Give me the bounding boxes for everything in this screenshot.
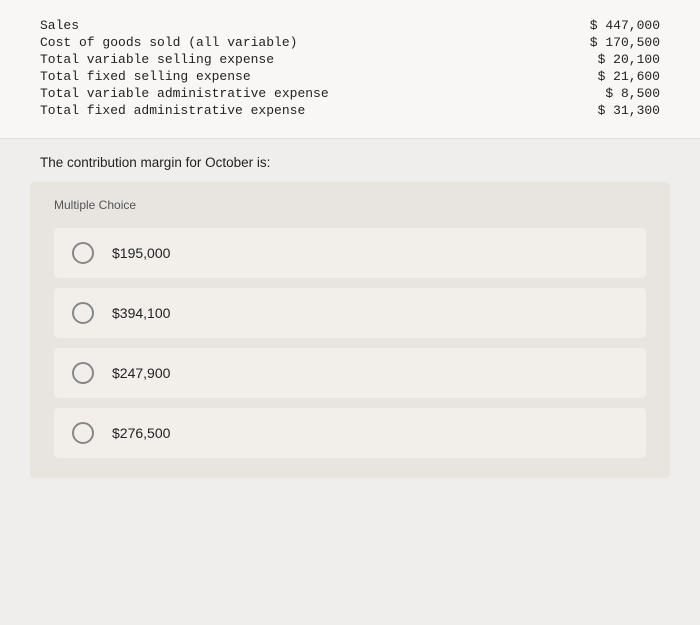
multiple-choice-section: Multiple Choice $195,000 $394,100 $247,900… <box>30 182 670 478</box>
choice-label-d: $276,500 <box>112 425 170 441</box>
row-value: $ 170,500 <box>570 35 660 50</box>
table-row: Total variable administrative expense $ 8… <box>40 86 660 101</box>
top-section: Sales $ 447,000 Cost of goods sold (all va… <box>0 0 700 139</box>
table-row: Total fixed selling expense $ 21,600 <box>40 69 660 84</box>
row-value: $ 31,300 <box>570 103 660 118</box>
row-label: Total fixed selling expense <box>40 69 251 84</box>
row-value: $ 447,000 <box>570 18 660 33</box>
choice-label-a: $195,000 <box>112 245 170 261</box>
row-label: Cost of goods sold (all variable) <box>40 35 297 50</box>
row-label: Total fixed administrative expense <box>40 103 305 118</box>
section-label: Multiple Choice <box>54 198 646 212</box>
radio-d[interactable] <box>72 422 94 444</box>
choice-item-d[interactable]: $276,500 <box>54 408 646 458</box>
radio-a[interactable] <box>72 242 94 264</box>
row-value: $ 21,600 <box>570 69 660 84</box>
radio-c[interactable] <box>72 362 94 384</box>
row-label: Total variable administrative expense <box>40 86 329 101</box>
page-container: Sales $ 447,000 Cost of goods sold (all va… <box>0 0 700 625</box>
choice-label-c: $247,900 <box>112 365 170 381</box>
question-text: The contribution margin for October is: <box>40 155 270 170</box>
contribution-margin-text: The contribution margin for October is: <box>0 139 700 182</box>
choice-item-c[interactable]: $247,900 <box>54 348 646 398</box>
choice-item-b[interactable]: $394,100 <box>54 288 646 338</box>
choice-label-b: $394,100 <box>112 305 170 321</box>
data-table: Sales $ 447,000 Cost of goods sold (all va… <box>40 18 660 118</box>
choice-item-a[interactable]: $195,000 <box>54 228 646 278</box>
row-label: Sales <box>40 18 79 33</box>
row-value: $ 8,500 <box>570 86 660 101</box>
table-row: Total variable selling expense $ 20,100 <box>40 52 660 67</box>
table-row: Cost of goods sold (all variable) $ 170,5… <box>40 35 660 50</box>
row-label: Total variable selling expense <box>40 52 274 67</box>
radio-b[interactable] <box>72 302 94 324</box>
row-value: $ 20,100 <box>570 52 660 67</box>
table-row: Total fixed administrative expense $ 31,3… <box>40 103 660 118</box>
table-row: Sales $ 447,000 <box>40 18 660 33</box>
